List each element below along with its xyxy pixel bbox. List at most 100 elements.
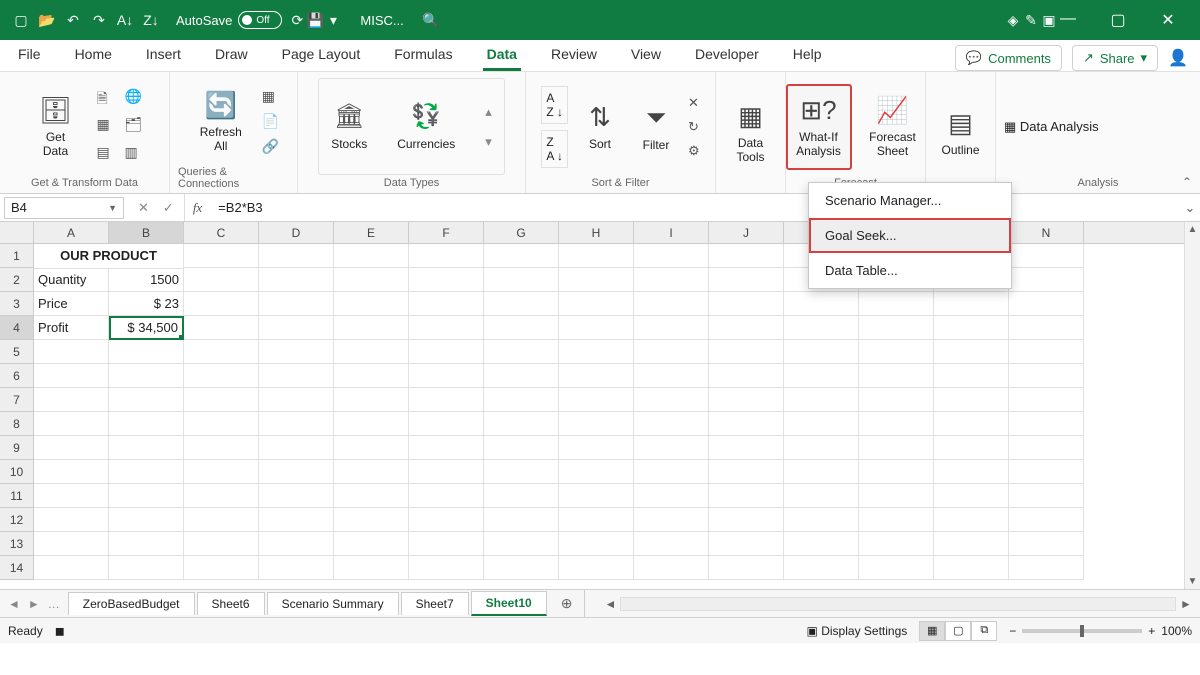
cell-l4[interactable] xyxy=(859,316,934,340)
cell-h7[interactable] xyxy=(559,388,634,412)
cell-l12[interactable] xyxy=(859,508,934,532)
cell-l10[interactable] xyxy=(859,460,934,484)
refresh-all-button[interactable]: 🔄Refresh All xyxy=(188,78,254,164)
scroll-down-arrow-icon[interactable]: ▼ xyxy=(1188,576,1198,587)
cell-j5[interactable] xyxy=(709,340,784,364)
horizontal-scrollbar[interactable]: ◄ ► xyxy=(596,597,1200,611)
cell-a7[interactable] xyxy=(34,388,109,412)
col-f[interactable]: F xyxy=(409,222,484,243)
cell-d14[interactable] xyxy=(259,556,334,580)
cell-f9[interactable] xyxy=(409,436,484,460)
cell-a10[interactable] xyxy=(34,460,109,484)
cell-h10[interactable] xyxy=(559,460,634,484)
cell-f13[interactable] xyxy=(409,532,484,556)
cell-d1[interactable] xyxy=(259,244,334,268)
cell-k10[interactable] xyxy=(784,460,859,484)
cell-i11[interactable] xyxy=(634,484,709,508)
cell-f6[interactable] xyxy=(409,364,484,388)
cell-g5[interactable] xyxy=(484,340,559,364)
cell-b2[interactable]: 1500 xyxy=(109,268,184,292)
cell-f14[interactable] xyxy=(409,556,484,580)
cell-d3[interactable] xyxy=(259,292,334,316)
cell-i9[interactable] xyxy=(634,436,709,460)
cell-a9[interactable] xyxy=(34,436,109,460)
cell-j13[interactable] xyxy=(709,532,784,556)
data-tools-button[interactable]: ▦Data Tools xyxy=(718,90,784,176)
advanced-icon[interactable]: ⚙ xyxy=(688,143,700,159)
cell-e13[interactable] xyxy=(334,532,409,556)
share-button[interactable]: ↗ Share ▾ xyxy=(1072,45,1158,71)
cell-b9[interactable] xyxy=(109,436,184,460)
cell-k8[interactable] xyxy=(784,412,859,436)
cell-b3[interactable]: $ 23 xyxy=(109,292,184,316)
cell-a4[interactable]: Profit xyxy=(34,316,109,340)
col-j[interactable]: J xyxy=(709,222,784,243)
cell-m7[interactable] xyxy=(934,388,1009,412)
cell-n8[interactable] xyxy=(1009,412,1084,436)
comments-button[interactable]: 💬 Comments xyxy=(955,45,1062,71)
cell-e9[interactable] xyxy=(334,436,409,460)
cell-n14[interactable] xyxy=(1009,556,1084,580)
cell-j14[interactable] xyxy=(709,556,784,580)
cell-f11[interactable] xyxy=(409,484,484,508)
cell-e7[interactable] xyxy=(334,388,409,412)
cell-f3[interactable] xyxy=(409,292,484,316)
cell-e4[interactable] xyxy=(334,316,409,340)
hscroll-right-icon[interactable]: ► xyxy=(1178,597,1194,611)
col-a[interactable]: A xyxy=(34,222,109,243)
from-text-icon[interactable]: 🗎 xyxy=(97,88,119,110)
cell-a5[interactable] xyxy=(34,340,109,364)
row-8[interactable]: 8 xyxy=(0,412,34,436)
col-g[interactable]: G xyxy=(484,222,559,243)
diamond-icon[interactable]: ◈ xyxy=(1004,11,1022,29)
cell-g9[interactable] xyxy=(484,436,559,460)
cell-d12[interactable] xyxy=(259,508,334,532)
cell-j12[interactable] xyxy=(709,508,784,532)
cell-n12[interactable] xyxy=(1009,508,1084,532)
tab-file[interactable]: File xyxy=(14,40,45,71)
cell-m13[interactable] xyxy=(934,532,1009,556)
tab-formulas[interactable]: Formulas xyxy=(390,40,456,71)
cell-e1[interactable] xyxy=(334,244,409,268)
row-4[interactable]: 4 xyxy=(0,316,34,340)
cell-m4[interactable] xyxy=(934,316,1009,340)
cell-l14[interactable] xyxy=(859,556,934,580)
cell-f1[interactable] xyxy=(409,244,484,268)
from-table-icon[interactable]: ▦ xyxy=(97,116,119,138)
cell-e6[interactable] xyxy=(334,364,409,388)
cell-g11[interactable] xyxy=(484,484,559,508)
sort-az-button[interactable]: AZ ↓ xyxy=(541,86,568,124)
cell-h2[interactable] xyxy=(559,268,634,292)
cell-c8[interactable] xyxy=(184,412,259,436)
hscroll-left-icon[interactable]: ◄ xyxy=(602,597,618,611)
cell-m6[interactable] xyxy=(934,364,1009,388)
cell-m11[interactable] xyxy=(934,484,1009,508)
cell-c7[interactable] xyxy=(184,388,259,412)
undo-icon[interactable]: ↶ xyxy=(64,11,82,29)
cell-c9[interactable] xyxy=(184,436,259,460)
cell-j3[interactable] xyxy=(709,292,784,316)
cell-j10[interactable] xyxy=(709,460,784,484)
save-icon[interactable]: 💾 xyxy=(306,11,324,29)
cell-b5[interactable] xyxy=(109,340,184,364)
cell-a11[interactable] xyxy=(34,484,109,508)
cell-i7[interactable] xyxy=(634,388,709,412)
row-11[interactable]: 11 xyxy=(0,484,34,508)
existing-conn-icon[interactable]: ▤ xyxy=(97,144,119,166)
cell-n11[interactable] xyxy=(1009,484,1084,508)
row-7[interactable]: 7 xyxy=(0,388,34,412)
outline-button[interactable]: ▤Outline xyxy=(928,90,994,176)
cell-n5[interactable] xyxy=(1009,340,1084,364)
filter-button[interactable]: ⏷Filter xyxy=(632,84,680,170)
cell-j4[interactable] xyxy=(709,316,784,340)
cell-n2[interactable] xyxy=(1009,268,1084,292)
sheet-tab-scenario-summary[interactable]: Scenario Summary xyxy=(267,592,399,615)
cell-d4[interactable] xyxy=(259,316,334,340)
maximize-button[interactable]: ▢ xyxy=(1108,10,1128,30)
cell-e10[interactable] xyxy=(334,460,409,484)
cell-d9[interactable] xyxy=(259,436,334,460)
cell-n4[interactable] xyxy=(1009,316,1084,340)
data-types-gallery[interactable]: 🏛Stocks 💱Currencies ▴▾ xyxy=(318,78,505,175)
cell-j1[interactable] xyxy=(709,244,784,268)
cell-k5[interactable] xyxy=(784,340,859,364)
